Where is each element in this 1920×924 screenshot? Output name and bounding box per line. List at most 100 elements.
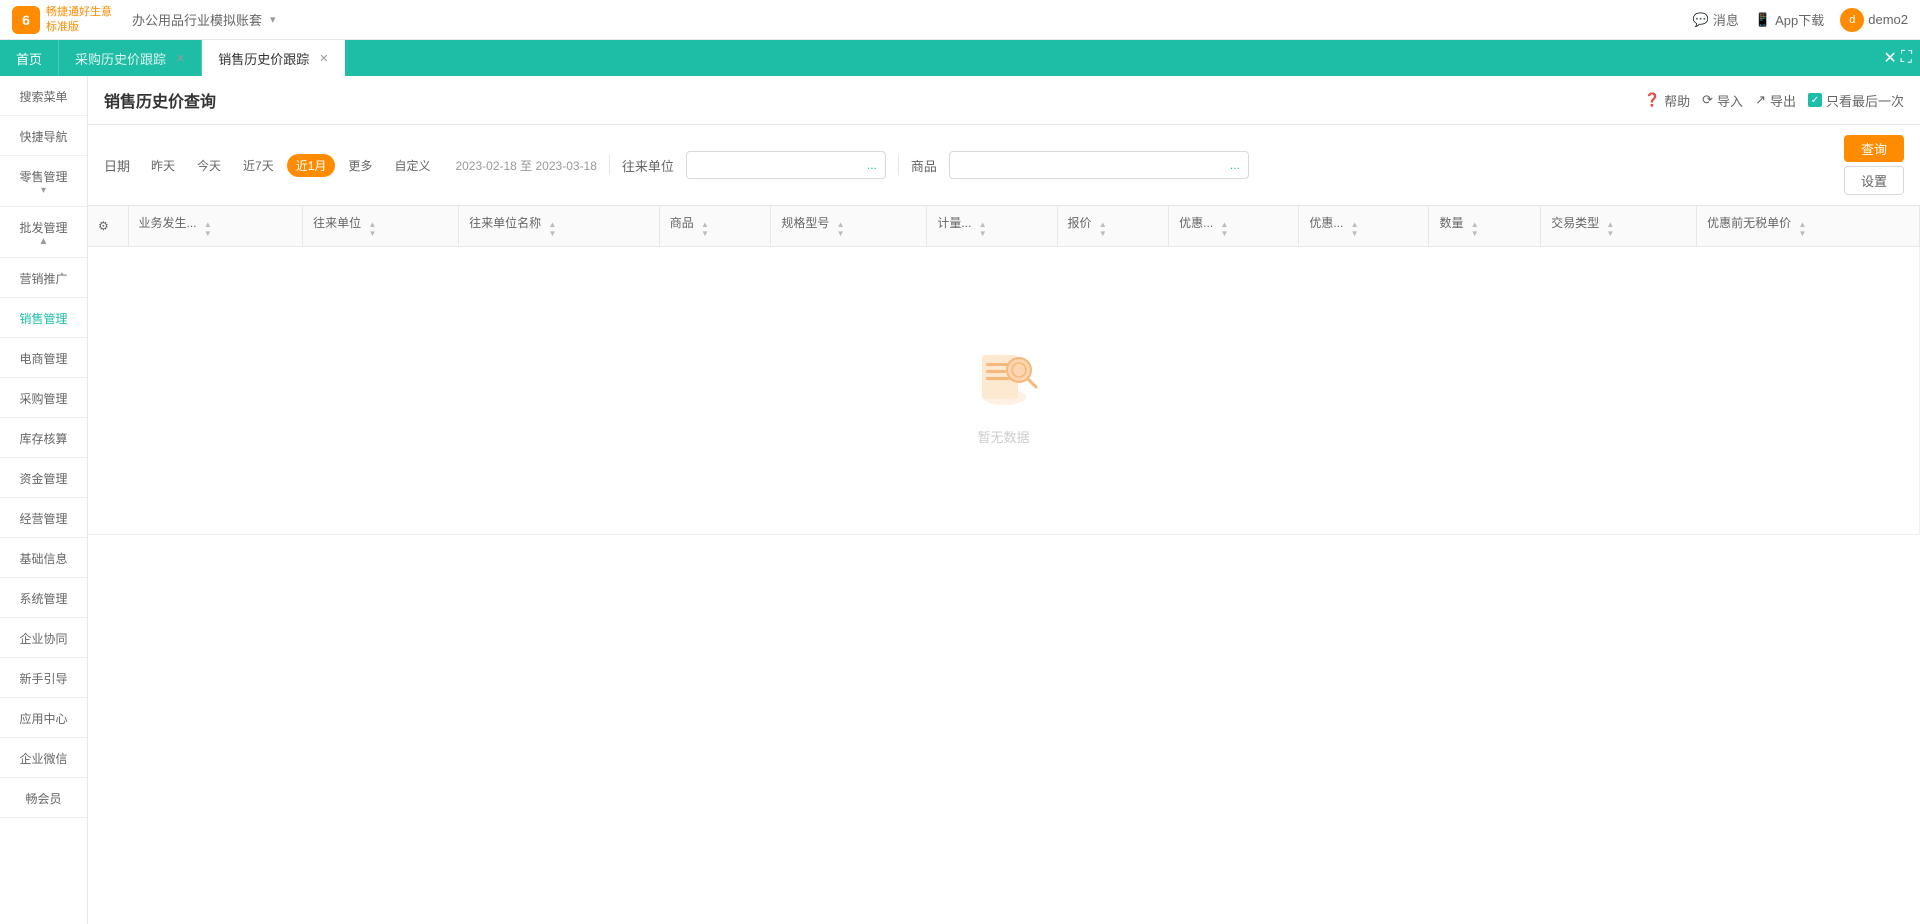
tab-home[interactable]: 首页 (0, 40, 59, 76)
page-header: 销售历史价查询 ❓ 帮助 ⟳ 导入 ↗ 导出 只看最后一次 (88, 76, 1920, 125)
export-btn[interactable]: ↗ 导出 (1755, 91, 1796, 110)
date-btn-7days[interactable]: 近7天 (234, 154, 283, 177)
only-last-checkbox[interactable] (1808, 93, 1822, 107)
import-icon: ⟳ (1702, 92, 1713, 108)
empty-state-row: 暂无数据 (88, 247, 1920, 535)
sidebar: 搜索菜单 快捷导航 零售管理 ▾ 批发管理 ▲ 营销推广 销售管理 电商管理 采… (0, 76, 88, 924)
sidebar-item-app-center[interactable]: 应用中心 (0, 698, 87, 738)
sidebar-item-basic-info[interactable]: 基础信息 (0, 538, 87, 578)
sidebar-item-enterprise-collab[interactable]: 企业协同 (0, 618, 87, 658)
th-spec[interactable]: 规格型号 ▲▼ (771, 206, 927, 247)
th-settings: ⚙ (88, 206, 128, 247)
query-button[interactable]: 查询 (1844, 135, 1904, 162)
sidebar-item-marketing[interactable]: 营销推广 (0, 258, 87, 298)
topbar: 6 畅捷通好生意 标准版 办公用品行业模拟账套 ▾ 💬 消息 📱 App下载 d… (0, 0, 1920, 40)
date-range-display: 2023-02-18 至 2023-03-18 (455, 157, 596, 174)
main-layout: 搜索菜单 快捷导航 零售管理 ▾ 批发管理 ▲ 营销推广 销售管理 电商管理 采… (0, 76, 1920, 924)
goods-filter-label: 商品 (911, 156, 937, 175)
th-unit[interactable]: 计量... ▲▼ (927, 206, 1057, 247)
date-btn-1month[interactable]: 近1月 (287, 154, 336, 177)
logo-area: 6 畅捷通好生意 标准版 (12, 5, 112, 34)
filter-area: 日期 昨天 今天 近7天 近1月 更多 自定义 2023-02-18 至 202… (88, 125, 1920, 206)
topbar-left: 6 畅捷通好生意 标准版 办公用品行业模拟账套 ▾ (12, 5, 276, 34)
th-qty[interactable]: 数量 ▲▼ (1429, 206, 1541, 247)
date-filter-btns: 昨天 今天 近7天 近1月 更多 自定义 (142, 154, 439, 177)
user-menu[interactable]: d demo2 (1840, 8, 1908, 32)
date-btn-today[interactable]: 今天 (188, 154, 230, 177)
sidebar-item-finance[interactable]: 资金管理 (0, 458, 87, 498)
import-btn[interactable]: ⟳ 导入 (1702, 91, 1743, 110)
logo-text: 畅捷通好生意 标准版 (46, 5, 112, 34)
tab-purchase-label: 采购历史价跟踪 (75, 49, 166, 68)
only-last-checkbox-area[interactable]: 只看最后一次 (1808, 91, 1904, 110)
message-icon: 💬 (1693, 12, 1709, 28)
table-header-row: ⚙ 业务发生... ▲▼ 往来单位 ▲▼ 往来单位名称 ▲▼ 商品 ▲▼ (88, 206, 1920, 247)
date-btn-more[interactable]: 更多 (339, 154, 381, 177)
tab-home-label: 首页 (16, 49, 42, 68)
sidebar-item-wholesale[interactable]: 批发管理 ▲ (0, 207, 87, 258)
th-biz-date[interactable]: 业务发生... ▲▼ (128, 206, 303, 247)
sidebar-item-quick-nav[interactable]: 快捷导航 (0, 116, 87, 156)
th-goods[interactable]: 商品 ▲▼ (659, 206, 771, 247)
page-title: 销售历史价查询 (104, 88, 216, 112)
table-header: ⚙ 业务发生... ▲▼ 往来单位 ▲▼ 往来单位名称 ▲▼ 商品 ▲▼ (88, 206, 1920, 247)
logo-icon: 6 (12, 6, 40, 34)
table-body: 暂无数据 (88, 247, 1920, 535)
settings-button[interactable]: 设置 (1844, 166, 1904, 195)
th-quote[interactable]: 报价 ▲▼ (1057, 206, 1169, 247)
sidebar-item-member[interactable]: 畅会员 (0, 778, 87, 818)
retail-arrow-icon: ▾ (4, 185, 83, 196)
export-icon: ↗ (1755, 92, 1766, 108)
tab-sales-label: 销售历史价跟踪 (218, 49, 309, 68)
th-partner-code[interactable]: 往来单位 ▲▼ (303, 206, 459, 247)
filter-divider-1 (609, 155, 610, 175)
partner-filter-input[interactable]: ... (686, 151, 886, 179)
sidebar-item-sales-mgmt[interactable]: 销售管理 (0, 298, 87, 338)
goods-filter-dots: ... (1230, 158, 1240, 172)
goods-filter-input[interactable]: ... (949, 151, 1249, 179)
th-partner-name[interactable]: 往来单位名称 ▲▼ (459, 206, 660, 247)
avatar: d (1840, 8, 1864, 32)
filter-divider-2 (898, 155, 899, 175)
tab-sales-history[interactable]: 销售历史价跟踪 ✕ (202, 40, 345, 76)
help-btn[interactable]: ❓ 帮助 (1644, 91, 1690, 110)
sidebar-item-operations[interactable]: 经营管理 (0, 498, 87, 538)
sidebar-item-retail[interactable]: 零售管理 ▾ (0, 156, 87, 207)
content-area: 销售历史价查询 ❓ 帮助 ⟳ 导入 ↗ 导出 只看最后一次 (88, 76, 1920, 924)
sidebar-item-new-guide[interactable]: 新手引导 (0, 658, 87, 698)
date-btn-yesterday[interactable]: 昨天 (142, 154, 184, 177)
date-btn-custom[interactable]: 自定义 (385, 154, 439, 177)
th-discount1[interactable]: 优惠... ▲▼ (1169, 206, 1299, 247)
empty-icon (964, 335, 1044, 415)
message-btn[interactable]: 💬 消息 (1693, 10, 1739, 29)
th-tax-free-price[interactable]: 优惠前无税单价 ▲▼ (1697, 206, 1920, 247)
help-icon: ❓ (1644, 92, 1660, 108)
th-discount2[interactable]: 优惠... ▲▼ (1299, 206, 1429, 247)
settings-icon[interactable]: ⚙ (98, 219, 109, 233)
tabbar: 首页 采购历史价跟踪 ✕ 销售历史价跟踪 ✕ ✕ ⛶ (0, 40, 1920, 76)
sidebar-item-purchase[interactable]: 采购管理 (0, 378, 87, 418)
tab-purchase-history[interactable]: 采购历史价跟踪 ✕ (59, 40, 202, 76)
app-title-dropdown[interactable]: ▾ (270, 13, 276, 26)
close-purchase-tab-icon[interactable]: ✕ (176, 52, 185, 65)
date-filter-label: 日期 (104, 156, 130, 175)
wholesale-arrow-icon: ▲ (4, 236, 83, 247)
sidebar-item-inventory[interactable]: 库存核算 (0, 418, 87, 458)
maximize-tab-control[interactable]: ⛶ (1901, 49, 1912, 67)
close-tab-control[interactable]: ✕ (1883, 48, 1896, 68)
page-actions: ❓ 帮助 ⟳ 导入 ↗ 导出 只看最后一次 (1644, 91, 1904, 110)
sidebar-item-search-menu[interactable]: 搜索菜单 (0, 76, 87, 116)
partner-filter-label: 往来单位 (622, 156, 674, 175)
filter-row: 日期 昨天 今天 近7天 近1月 更多 自定义 2023-02-18 至 202… (104, 135, 1904, 195)
download-icon: 📱 (1755, 12, 1771, 28)
th-trade-type[interactable]: 交易类型 ▲▼ (1541, 206, 1697, 247)
partner-filter-dots: ... (867, 158, 877, 172)
sidebar-item-ecommerce[interactable]: 电商管理 (0, 338, 87, 378)
empty-state: 暂无数据 (98, 255, 1909, 526)
table-area: ⚙ 业务发生... ▲▼ 往来单位 ▲▼ 往来单位名称 ▲▼ 商品 ▲▼ (88, 206, 1920, 924)
sidebar-item-system[interactable]: 系统管理 (0, 578, 87, 618)
topbar-right: 💬 消息 📱 App下载 d demo2 (1693, 8, 1908, 32)
app-download-btn[interactable]: 📱 App下载 (1755, 10, 1824, 29)
close-sales-tab-icon[interactable]: ✕ (319, 52, 328, 65)
sidebar-item-enterprise-wechat[interactable]: 企业微信 (0, 738, 87, 778)
